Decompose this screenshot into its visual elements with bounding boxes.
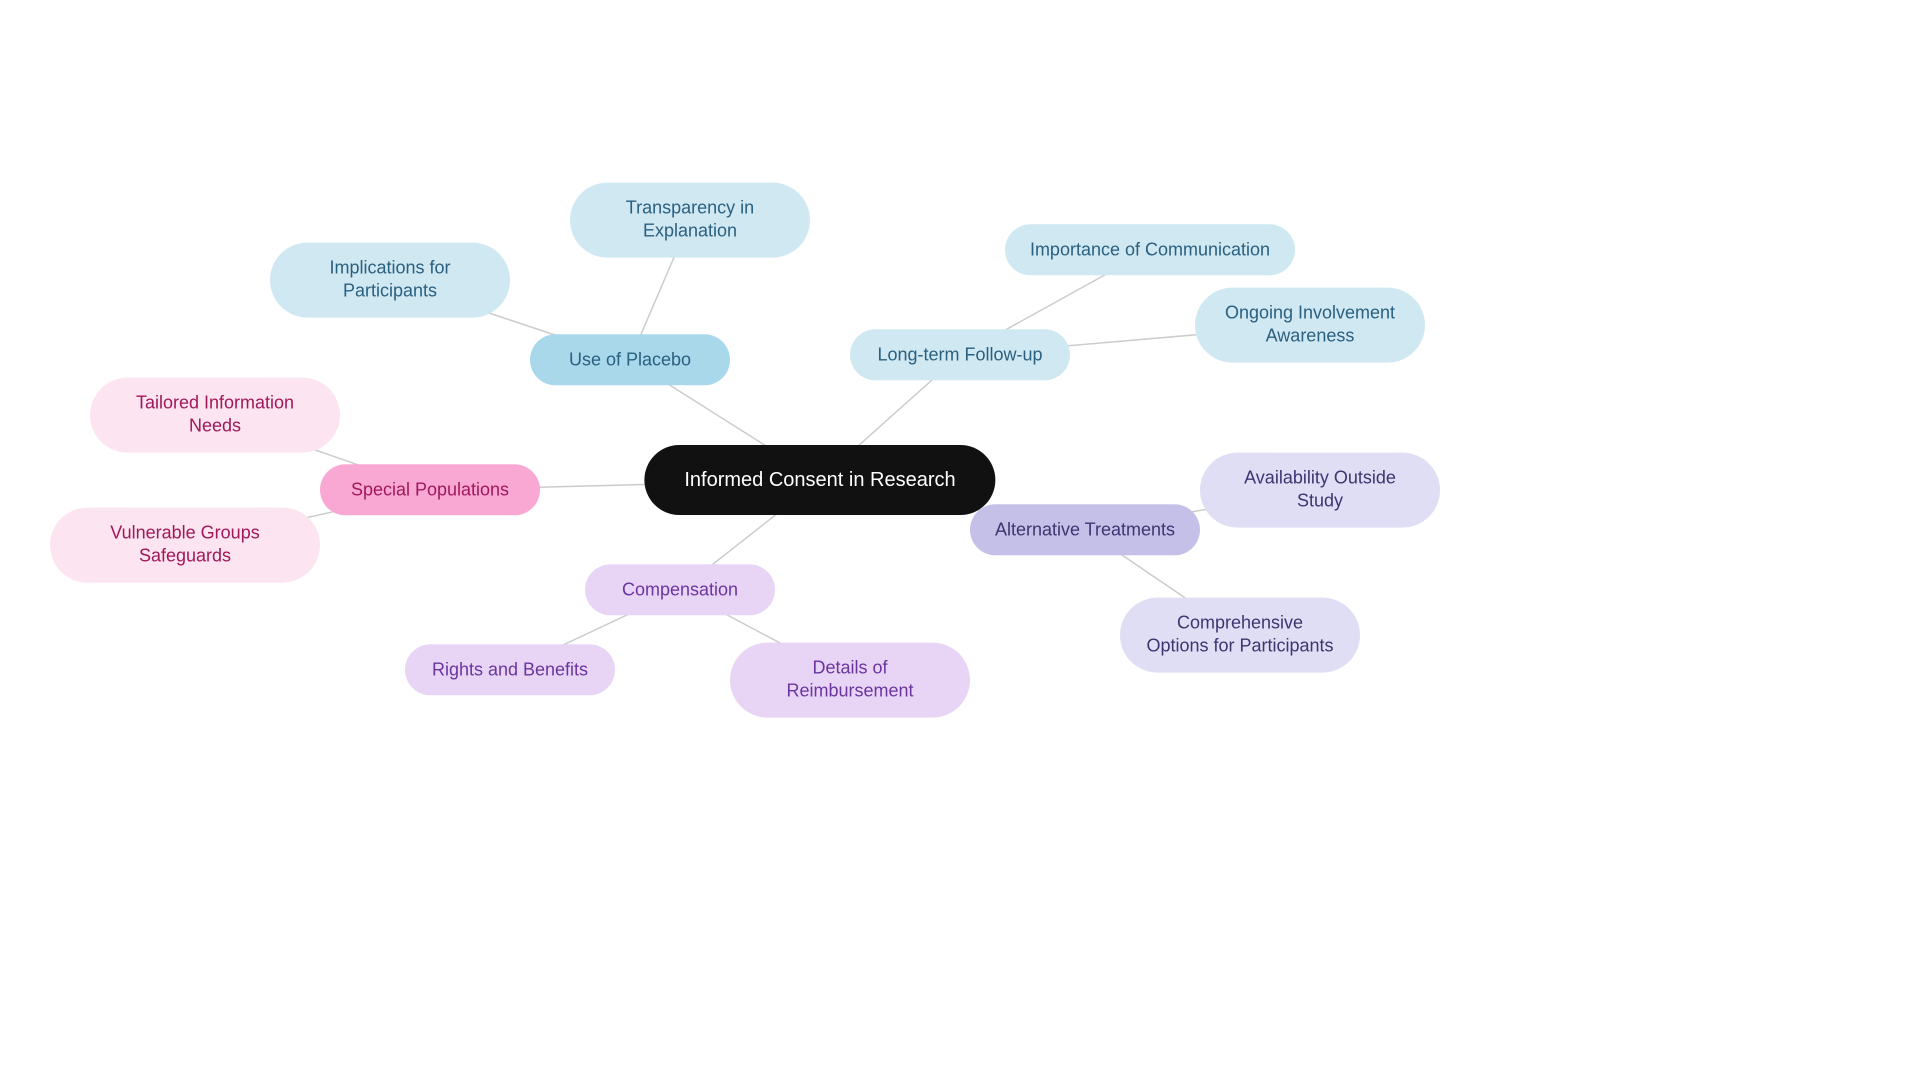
node-alternative-treatments[interactable]: Alternative Treatments	[970, 504, 1200, 555]
node-implications[interactable]: Implications for Participants	[270, 243, 510, 318]
node-transparency[interactable]: Transparency in Explanation	[570, 183, 810, 258]
node-availability-outside[interactable]: Availability Outside Study	[1200, 453, 1440, 528]
node-ongoing-involvement[interactable]: Ongoing InvolvementAwareness	[1195, 288, 1425, 363]
node-compensation[interactable]: Compensation	[585, 564, 775, 615]
node-long-term-followup[interactable]: Long-term Follow-up	[850, 329, 1070, 380]
node-vulnerable-groups[interactable]: Vulnerable Groups Safeguards	[50, 508, 320, 583]
node-special-populations[interactable]: Special Populations	[320, 464, 540, 515]
center-node[interactable]: Informed Consent in Research	[644, 445, 995, 515]
node-details-reimbursement[interactable]: Details of Reimbursement	[730, 643, 970, 718]
node-use-of-placebo[interactable]: Use of Placebo	[530, 334, 730, 385]
node-comprehensive-options[interactable]: Comprehensive Options for Participants	[1120, 598, 1360, 673]
node-rights-benefits[interactable]: Rights and Benefits	[405, 644, 615, 695]
mind-map-container: Informed Consent in Research Use of Place…	[0, 0, 1920, 1083]
node-tailored-info[interactable]: Tailored Information Needs	[90, 378, 340, 453]
node-importance-communication[interactable]: Importance of Communication	[1005, 224, 1295, 275]
